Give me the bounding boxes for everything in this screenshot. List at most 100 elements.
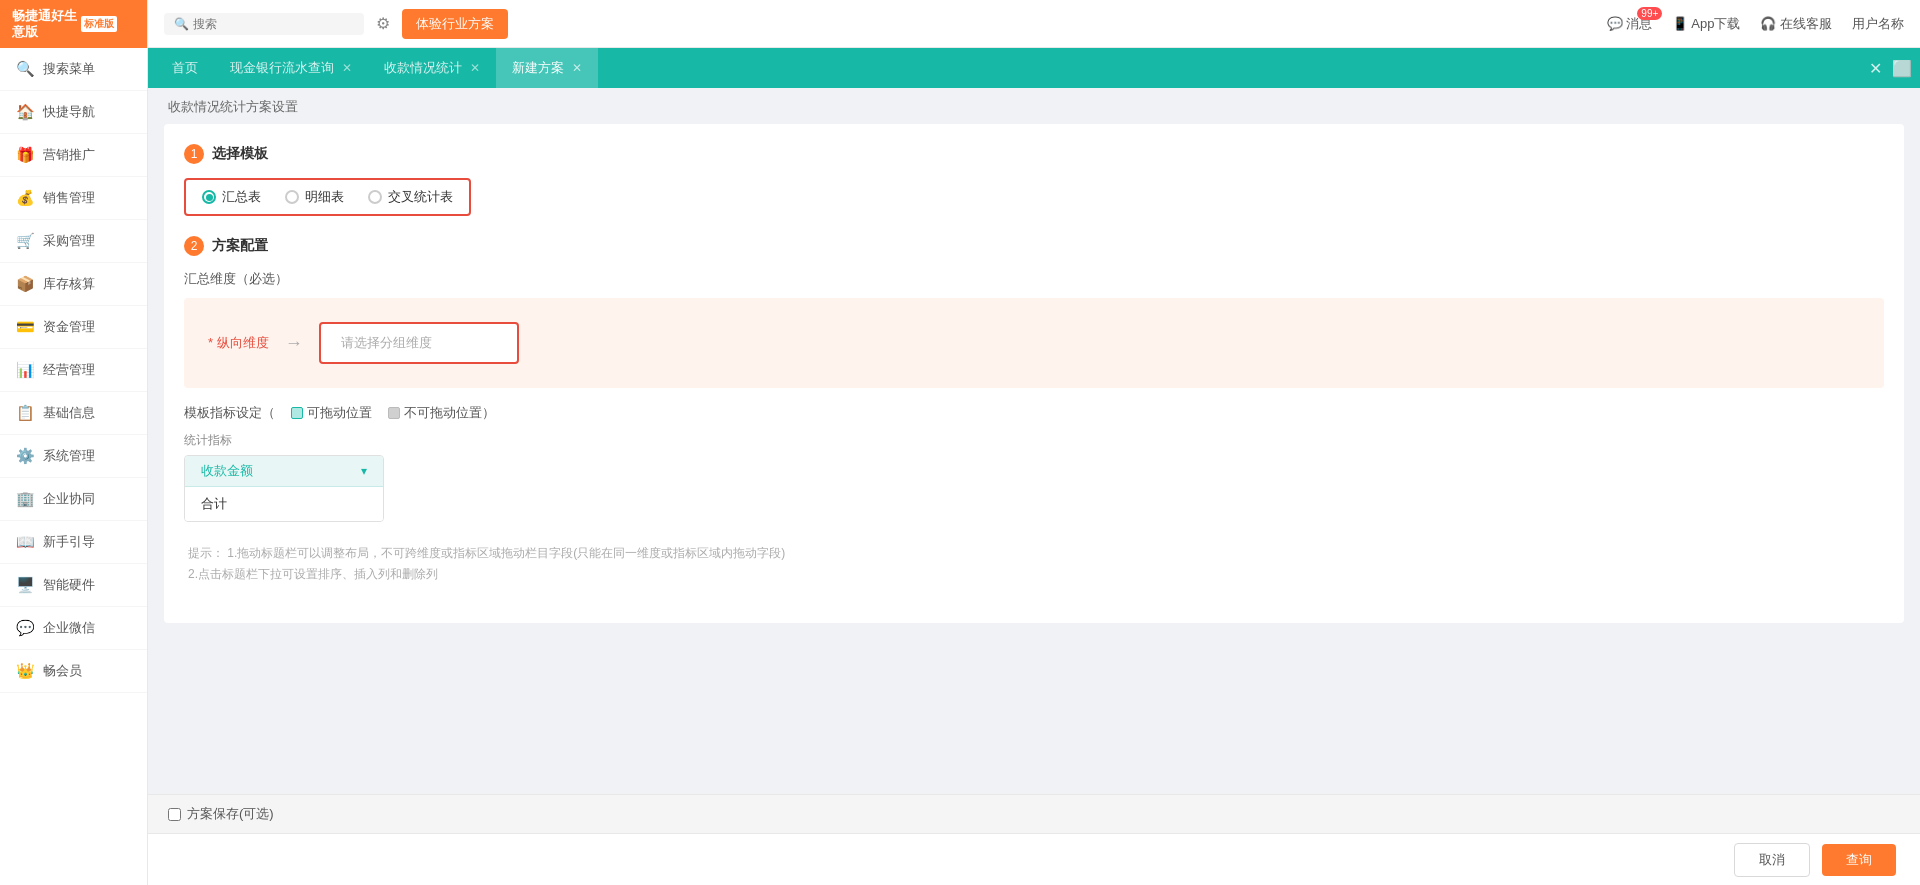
step1-title: 选择模板 — [212, 145, 268, 163]
tab-bank-flow-close[interactable]: ✕ — [342, 61, 352, 75]
system-icon: ⚙️ — [16, 447, 35, 465]
query-button[interactable]: 查询 — [1822, 844, 1896, 876]
draggable-indicator: 可拖动位置 — [291, 404, 372, 422]
tab-bank-flow[interactable]: 现金银行流水查询 ✕ — [214, 48, 368, 88]
tips-section: 提示： 1.拖动标题栏可以调整布局，不可跨维度或指标区域拖动栏目字段(只能在同一… — [184, 545, 1884, 583]
radio-summary[interactable]: 汇总表 — [202, 188, 261, 206]
tabbar: 首页 现金银行流水查询 ✕ 收款情况统计 ✕ 新建方案 ✕ ✕ ⬜ — [148, 48, 1920, 88]
tab-receipt-stats[interactable]: 收款情况统计 ✕ — [368, 48, 496, 88]
radio-detail[interactable]: 明细表 — [285, 188, 344, 206]
step1-section: 1 选择模板 汇总表 明细表 — [184, 144, 1884, 216]
sidebar-label-search-menu: 搜索菜单 — [43, 60, 95, 78]
radio-detail-circle — [285, 190, 299, 204]
radio-cross-circle — [368, 190, 382, 204]
sidebar-item-sales[interactable]: 💰 销售管理 — [0, 177, 147, 220]
edition-badge: 标准版 — [81, 16, 117, 32]
draggable-label: 可拖动位置 — [307, 404, 372, 422]
step1-header: 1 选择模板 — [184, 144, 1884, 164]
tabbar-close-icon[interactable]: ✕ — [1869, 59, 1882, 78]
sidebar-item-purchase[interactable]: 🛒 采购管理 — [0, 220, 147, 263]
sidebar-item-finance[interactable]: 💳 资金管理 — [0, 306, 147, 349]
notify-btn[interactable]: 💬 消息 99+ — [1607, 15, 1653, 33]
marketing-icon: 🎁 — [16, 146, 35, 164]
dimension-subsection: 汇总维度（必选） 纵向维度 → 请选择分组维度 — [184, 270, 1884, 388]
sidebar-item-smart-hw[interactable]: 🖥️ 智能硬件 — [0, 564, 147, 607]
search-box[interactable]: 🔍 — [164, 13, 364, 35]
search-input[interactable] — [193, 17, 343, 31]
radio-detail-label: 明细表 — [305, 188, 344, 206]
member-icon: 👑 — [16, 662, 35, 680]
sidebar-label-finance: 资金管理 — [43, 318, 95, 336]
settings-icon[interactable]: ⚙ — [376, 14, 390, 33]
radio-cross[interactable]: 交叉统计表 — [368, 188, 453, 206]
dimension-title: 汇总维度（必选） — [184, 270, 1884, 288]
metrics-table-header[interactable]: 收款金额 ▾ — [185, 456, 383, 487]
search-menu-icon: 🔍 — [16, 60, 35, 78]
dimension-placeholder[interactable]: 请选择分组维度 — [319, 322, 519, 364]
non-draggable-dot — [388, 407, 400, 419]
metrics-label-row: 模板指标设定（ 可拖动位置 不可拖动位置） — [184, 404, 1884, 422]
chevron-down-icon[interactable]: ▾ — [361, 464, 367, 478]
sidebar-item-inventory[interactable]: 📦 库存核算 — [0, 263, 147, 306]
main-area: 🔍 ⚙ 体验行业方案 💬 消息 99+ 📱 App下载 🎧 在线客服 用户名称 … — [148, 0, 1920, 885]
topbar-right: 💬 消息 99+ 📱 App下载 🎧 在线客服 用户名称 — [1607, 15, 1904, 33]
tip-1: 提示： 1.拖动标题栏可以调整布局，不可跨维度或指标区域拖动栏目字段(只能在同一… — [188, 545, 1880, 562]
search-icon: 🔍 — [174, 17, 189, 31]
step2-section: 2 方案配置 汇总维度（必选） 纵向维度 → 请选择分组维度 — [184, 236, 1884, 583]
sidebar-label-enterprise: 企业协同 — [43, 490, 95, 508]
tab-receipt-stats-close[interactable]: ✕ — [470, 61, 480, 75]
tab-new-plan[interactable]: 新建方案 ✕ — [496, 48, 598, 88]
step1-badge: 1 — [184, 144, 204, 164]
arrow-icon: → — [285, 333, 303, 354]
sidebar-label-purchase: 采购管理 — [43, 232, 95, 250]
footer: 方案保存(可选) — [148, 794, 1920, 833]
trial-btn[interactable]: 体验行业方案 — [402, 9, 508, 39]
finance-icon: 💳 — [16, 318, 35, 336]
sidebar-label-guide: 新手引导 — [43, 533, 95, 551]
tab-home[interactable]: 首页 — [156, 48, 214, 88]
sidebar-label-smart-hw: 智能硬件 — [43, 576, 95, 594]
sidebar-item-enterprise[interactable]: 🏢 企业协同 — [0, 478, 147, 521]
support-btn[interactable]: 🎧 在线客服 — [1760, 15, 1832, 33]
step2-header: 2 方案配置 — [184, 236, 1884, 256]
sidebar-logo: 畅捷通好生 意版 标准版 — [0, 0, 147, 48]
sidebar-label-quick-nav: 快捷导航 — [43, 103, 95, 121]
sidebar-item-system[interactable]: ⚙️ 系统管理 — [0, 435, 147, 478]
step2-title: 方案配置 — [212, 237, 268, 255]
download-btn[interactable]: 📱 App下载 — [1672, 15, 1740, 33]
basic-info-icon: 📋 — [16, 404, 35, 422]
sidebar-item-member[interactable]: 👑 畅会员 — [0, 650, 147, 693]
sidebar-item-marketing[interactable]: 🎁 营销推广 — [0, 134, 147, 177]
notify-badge: 99+ — [1637, 7, 1662, 20]
tab-receipt-stats-label: 收款情况统计 — [384, 59, 462, 77]
sidebar-item-basic-info[interactable]: 📋 基础信息 — [0, 392, 147, 435]
draggable-dot — [291, 407, 303, 419]
logo-subtext: 意版 — [12, 24, 77, 40]
sidebar-item-wechat[interactable]: 💬 企业微信 — [0, 607, 147, 650]
action-bar: 取消 查询 — [148, 833, 1920, 885]
sidebar-item-quick-nav[interactable]: 🏠 快捷导航 — [0, 91, 147, 134]
quick-nav-icon: 🏠 — [16, 103, 35, 121]
non-draggable-label: 不可拖动位置） — [404, 404, 495, 422]
metrics-subsection: 模板指标设定（ 可拖动位置 不可拖动位置） — [184, 404, 1884, 525]
cancel-button[interactable]: 取消 — [1734, 843, 1810, 877]
tabbar-expand-icon[interactable]: ⬜ — [1892, 59, 1912, 78]
inventory-icon: 📦 — [16, 275, 35, 293]
sidebar: 畅捷通好生 意版 标准版 🔍 搜索菜单 🏠 快捷导航 🎁 营销推广 💰 销售管理… — [0, 0, 148, 885]
template-selector: 汇总表 明细表 交叉统计表 — [184, 178, 471, 216]
vertical-dimension-label: 纵向维度 — [208, 334, 269, 352]
sidebar-item-operations[interactable]: 📊 经营管理 — [0, 349, 147, 392]
save-plan-label: 方案保存(可选) — [187, 805, 274, 823]
sidebar-label-inventory: 库存核算 — [43, 275, 95, 293]
sidebar-item-search-menu[interactable]: 🔍 搜索菜单 — [0, 48, 147, 91]
non-draggable-indicator: 不可拖动位置） — [388, 404, 495, 422]
sidebar-item-guide[interactable]: 📖 新手引导 — [0, 521, 147, 564]
sales-icon: 💰 — [16, 189, 35, 207]
save-plan-checkbox[interactable] — [168, 808, 181, 821]
content-area: 收款情况统计方案设置 1 选择模板 汇总表 — [148, 88, 1920, 794]
footer-checkbox-row: 方案保存(可选) — [168, 805, 1900, 823]
tab-bank-flow-label: 现金银行流水查询 — [230, 59, 334, 77]
tab-new-plan-close[interactable]: ✕ — [572, 61, 582, 75]
sidebar-label-basic-info: 基础信息 — [43, 404, 95, 422]
operations-icon: 📊 — [16, 361, 35, 379]
